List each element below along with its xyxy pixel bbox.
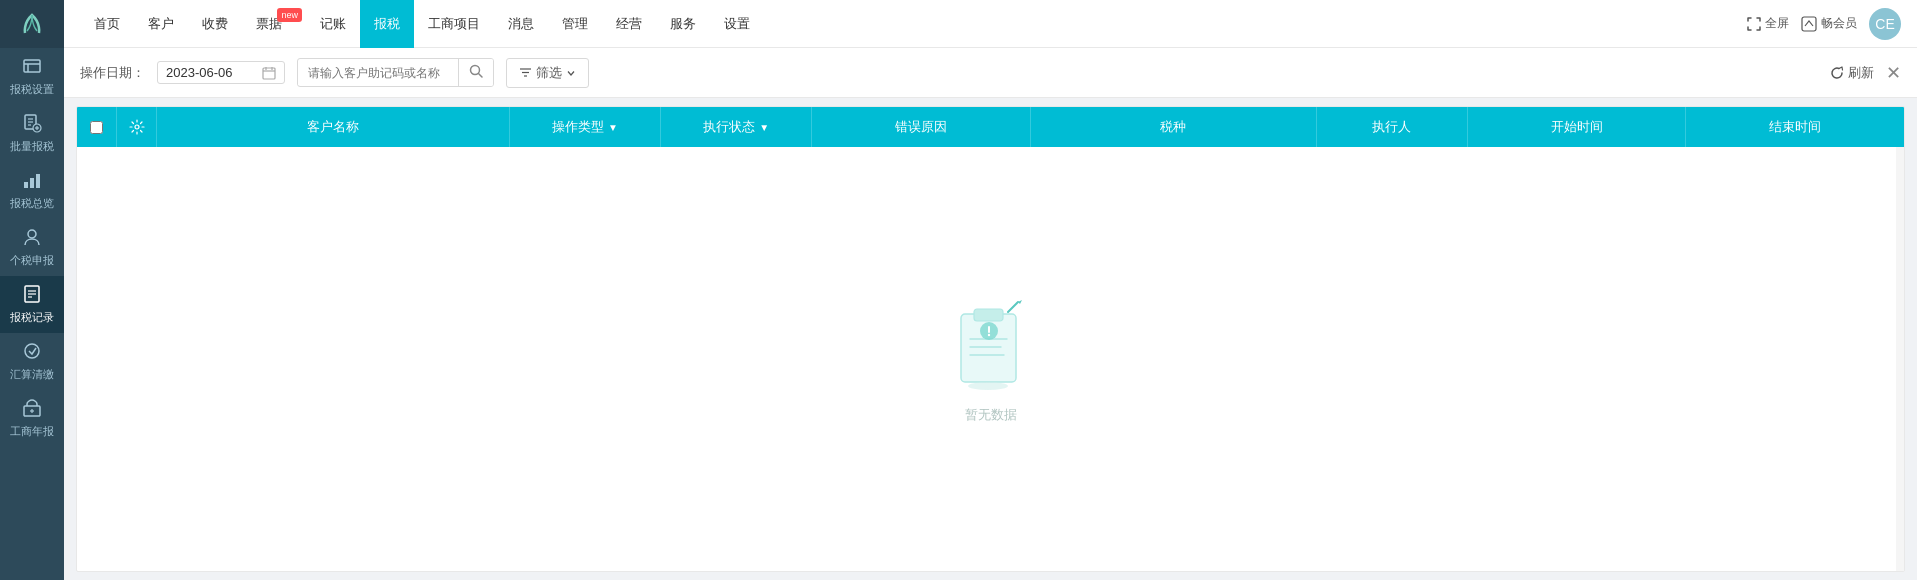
content: 操作日期： — [64, 48, 1917, 580]
empty-state: 暂无数据 — [906, 254, 1076, 464]
sidebar-item-batch-tax[interactable]: 批量报税 — [0, 105, 64, 162]
filter-button[interactable]: 筛选 — [506, 58, 589, 88]
empty-text: 暂无数据 — [965, 406, 1017, 424]
chevron-down-icon — [566, 68, 576, 78]
sidebar-item-tax-settings[interactable]: 报税设置 — [0, 48, 64, 105]
th-checkbox[interactable] — [77, 107, 117, 147]
svg-point-42 — [968, 382, 1008, 390]
member-icon — [1801, 16, 1817, 32]
nav-home[interactable]: 首页 — [80, 0, 134, 48]
nav-manage[interactable]: 管理 — [548, 0, 602, 48]
svg-rect-12 — [36, 174, 40, 188]
main-area: 首页 客户 收费 票据 new 记账 报税 工商项目 消息 管理 经营 服务 设… — [64, 0, 1917, 580]
refresh-button[interactable]: 刷新 — [1830, 64, 1874, 82]
tax-settings-icon — [22, 56, 42, 79]
column-settings-icon — [129, 119, 145, 135]
sidebar-item-annual-report[interactable]: 工商年报 — [0, 390, 64, 447]
tax-summary-icon — [22, 170, 42, 193]
nav-commerce[interactable]: 工商项目 — [414, 0, 494, 48]
th-settings[interactable] — [117, 107, 157, 147]
date-label: 操作日期： — [80, 64, 145, 82]
th-op-type[interactable]: 操作类型 ▼ — [510, 107, 661, 147]
fullscreen-btn[interactable]: 全屏 — [1747, 15, 1789, 32]
svg-rect-34 — [974, 309, 1003, 321]
sidebar-item-tax-summary[interactable]: 报税总览 — [0, 162, 64, 219]
nav-tax[interactable]: 报税 — [360, 0, 414, 48]
fullscreen-icon — [1747, 17, 1761, 31]
scroll-track[interactable] — [1896, 147, 1904, 571]
select-all-checkbox[interactable] — [90, 121, 103, 134]
th-end-time: 结束时间 — [1686, 107, 1904, 147]
sidebar-item-personal-tax[interactable]: 个税申报 — [0, 219, 64, 276]
table-wrap: 客户名称 操作类型 ▼ 执行状态 ▼ 错误原因 税种 执行人 开始时间 结束时间 — [76, 106, 1905, 572]
exec-status-sort-icon: ▼ — [759, 122, 769, 133]
tax-records-icon — [22, 284, 42, 307]
th-start-time: 开始时间 — [1468, 107, 1687, 147]
batch-tax-icon — [22, 113, 42, 136]
invoice-badge: new — [277, 8, 302, 23]
table-header: 客户名称 操作类型 ▼ 执行状态 ▼ 错误原因 税种 执行人 开始时间 结束时间 — [77, 107, 1904, 147]
search-icon — [469, 64, 483, 78]
nav-services[interactable]: 服务 — [656, 0, 710, 48]
personal-tax-icon — [22, 227, 42, 250]
nav-billing[interactable]: 收费 — [188, 0, 242, 48]
empty-illustration — [946, 294, 1036, 394]
settlement-icon — [22, 341, 42, 364]
svg-rect-11 — [30, 178, 34, 188]
sidebar-item-tax-records[interactable]: 报税记录 — [0, 276, 64, 333]
svg-rect-23 — [263, 68, 275, 79]
search-wrap — [297, 58, 494, 87]
nav-settings[interactable]: 设置 — [710, 0, 764, 48]
svg-rect-10 — [24, 182, 28, 188]
close-button[interactable]: ✕ — [1886, 64, 1901, 82]
svg-rect-22 — [1802, 17, 1816, 31]
refresh-icon — [1830, 66, 1844, 80]
th-tax-type: 税种 — [1031, 107, 1317, 147]
svg-rect-0 — [24, 60, 40, 72]
nav-customer[interactable]: 客户 — [134, 0, 188, 48]
topnav-right: 全屏 畅会员 CE — [1747, 8, 1901, 40]
svg-line-28 — [479, 74, 483, 78]
topnav: 首页 客户 收费 票据 new 记账 报税 工商项目 消息 管理 经营 服务 设… — [64, 0, 1917, 48]
annual-report-icon — [22, 398, 42, 421]
th-executor: 执行人 — [1317, 107, 1468, 147]
nav-operations[interactable]: 经营 — [602, 0, 656, 48]
avatar[interactable]: CE — [1869, 8, 1901, 40]
date-picker[interactable] — [157, 61, 285, 84]
svg-point-18 — [25, 344, 39, 358]
calendar-icon — [262, 66, 276, 80]
toolbar: 操作日期： — [64, 48, 1917, 98]
nav-messages[interactable]: 消息 — [494, 0, 548, 48]
svg-line-41 — [1008, 302, 1018, 312]
th-client-name: 客户名称 — [157, 107, 510, 147]
toolbar-right: 刷新 ✕ — [1830, 64, 1901, 82]
sidebar: 报税设置 批量报税 报税总览 — [0, 0, 64, 580]
svg-point-40 — [987, 334, 989, 336]
nav-accounts[interactable]: 记账 — [306, 0, 360, 48]
op-type-sort-icon: ▼ — [608, 122, 618, 133]
svg-point-13 — [28, 230, 36, 238]
date-input[interactable] — [166, 65, 256, 80]
th-error-reason: 错误原因 — [812, 107, 1031, 147]
member-btn[interactable]: 畅会员 — [1801, 15, 1857, 32]
search-input[interactable] — [298, 61, 458, 85]
table-body: 暂无数据 — [77, 147, 1904, 571]
search-button[interactable] — [458, 59, 493, 86]
svg-point-32 — [135, 125, 139, 129]
sidebar-item-settlement[interactable]: 汇算清缴 — [0, 333, 64, 390]
logo[interactable] — [0, 0, 64, 48]
filter-icon — [519, 66, 532, 79]
th-exec-status[interactable]: 执行状态 ▼ — [661, 107, 812, 147]
nav-invoice[interactable]: 票据 new — [242, 0, 306, 48]
